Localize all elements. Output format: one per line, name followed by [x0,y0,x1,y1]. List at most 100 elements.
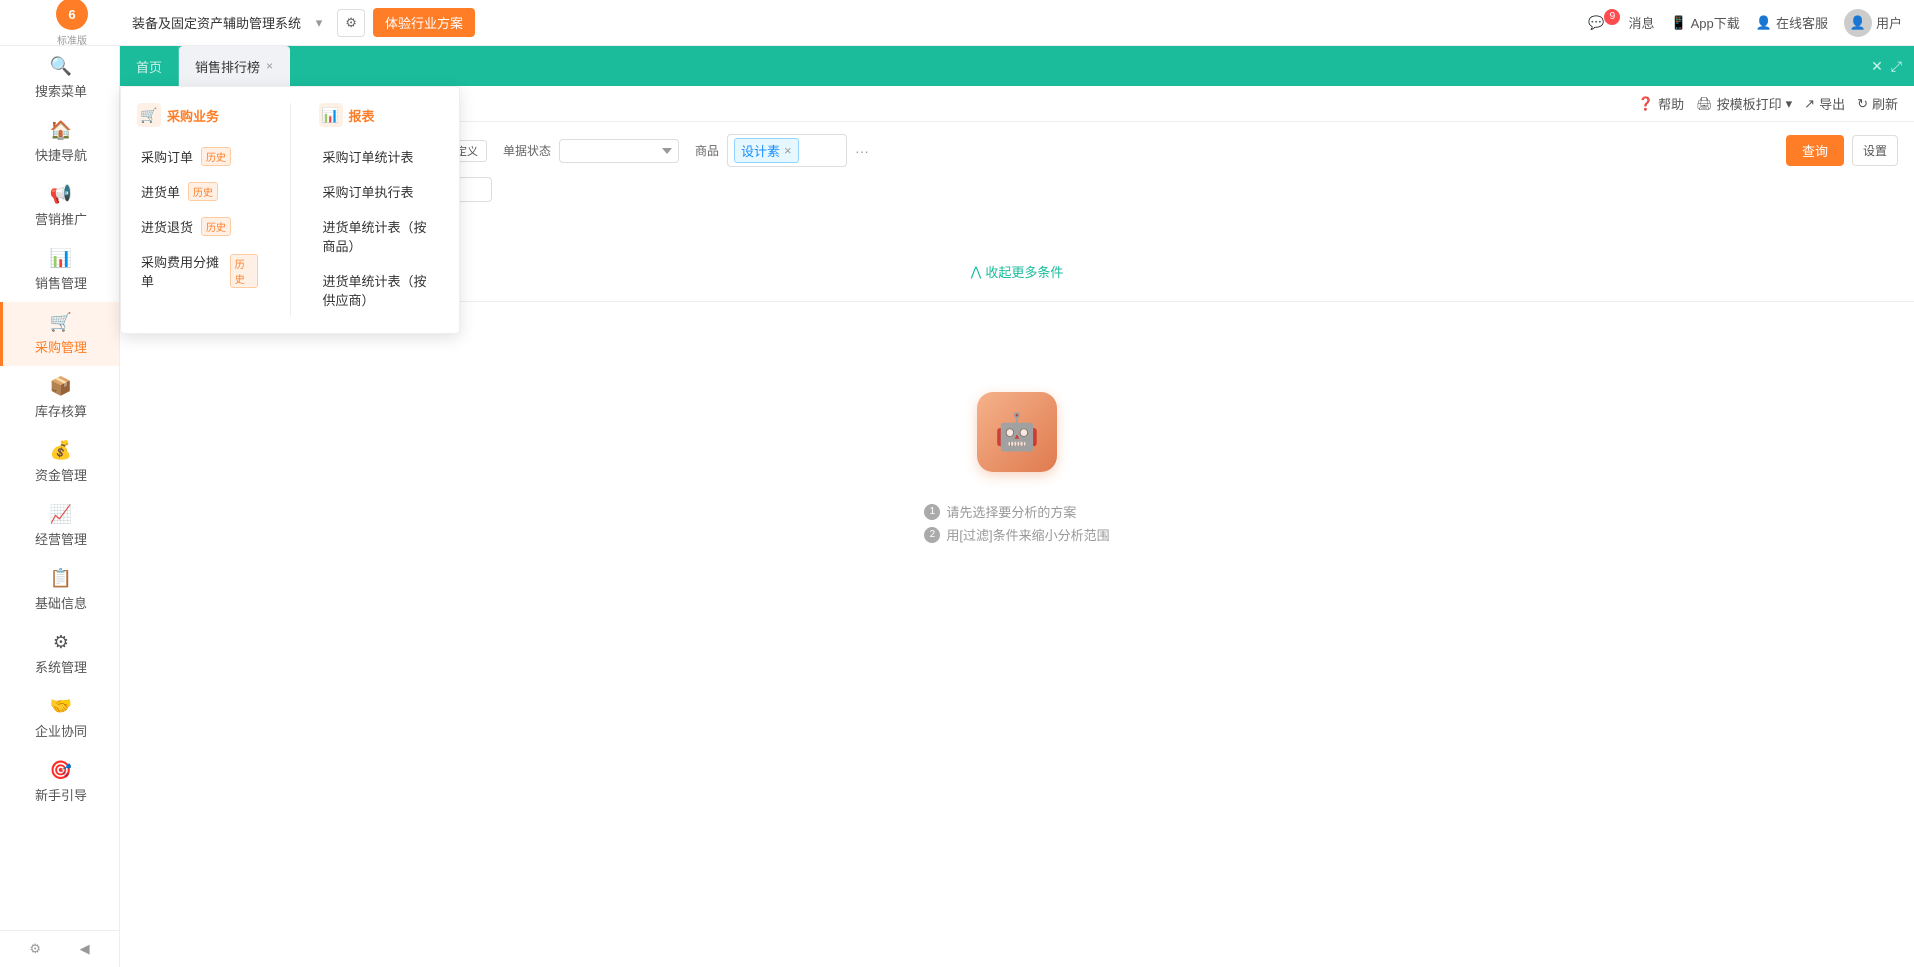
dropdown-col1-title: 🛒 采购业务 [137,103,262,127]
menu-item-receipt-stat-goods[interactable]: 进货单统计表（按商品） [319,209,444,263]
messages-action[interactable]: 💬 9 消息 [1588,13,1654,32]
logo-icon: 6 [56,0,88,30]
tab-home-label: 首页 [136,57,162,76]
settings-icon[interactable]: ⚙ [337,9,365,37]
sidebar-item-operations[interactable]: 📈 经营管理 [0,494,119,558]
app-download-label: App下载 [1691,13,1740,32]
export-icon: ↗ [1804,96,1815,112]
refresh-button[interactable]: ↻ 刷新 [1857,94,1898,113]
content-area: 首页 销售排行榜 × ✕ ⤢ ❓ 帮助 🖨 按模板打印 [120,46,1914,967]
print-button[interactable]: 🖨 按模板打印 ▾ [1696,94,1792,113]
empty-robot-icon: 🤖 [977,392,1057,472]
help-label: 帮助 [1658,94,1684,113]
logo-text: 标准版 [57,32,87,47]
order-status-select[interactable] [559,139,679,163]
title-dropdown-icon[interactable]: ▾ [309,13,329,33]
menu-item-purchase-order-stat[interactable]: 采购订单统计表 [319,139,444,174]
sidebar-item-system[interactable]: ⚙ 系统管理 [0,622,119,686]
empty-state: 🤖 1 请先选择要分析的方案 2 用[过滤]条件来缩小分析范围 [120,302,1914,628]
purchase-order-history-tag: 历史 [201,147,231,166]
help-icon: ❓ [1638,96,1654,112]
sidebar-label-operations: 经营管理 [35,529,87,548]
online-service-action[interactable]: 👤 在线客服 [1756,13,1828,32]
industry-button[interactable]: 体验行业方案 [373,8,475,37]
dropdown-col2-title: 📊 报表 [319,103,444,127]
dropdown-divider [290,103,291,317]
sidebar-collapse-icon[interactable]: ◀ [80,941,90,957]
header-middle: 装备及固定资产辅助管理系统 ▾ ⚙ 体验行业方案 [132,8,1588,37]
sidebar-label-marketing: 营销推广 [35,209,87,228]
sidebar-item-basic-info[interactable]: 📋 基础信息 [0,558,119,622]
help-button[interactable]: ❓ 帮助 [1638,94,1684,113]
app-download-action[interactable]: 📱 App下载 [1670,13,1739,32]
sidebar-item-nav[interactable]: 🏠 快捷导航 [0,110,119,174]
sidebar-settings-icon[interactable]: ⚙ [29,941,41,957]
report-icon: 📊 [319,103,343,127]
collapse-up-icon: ⋀ [971,264,982,280]
sidebar-item-inventory[interactable]: 📦 库存核算 [0,366,119,430]
sales-icon: 📊 [50,248,72,269]
tab-sales-rank[interactable]: 销售排行榜 × [179,46,290,86]
print-icon: 🖨 [1696,96,1713,112]
sidebar-item-collab[interactable]: 🤝 企业协同 [0,686,119,750]
top-header: 6 标准版 装备及固定资产辅助管理系统 ▾ ⚙ 体验行业方案 💬 9 消息 📱 … [0,0,1914,46]
user-action[interactable]: 👤 用户 [1844,9,1902,37]
tab-bar: 首页 销售排行榜 × ✕ ⤢ [120,46,1914,86]
tab-controls: ✕ ⤢ [1859,46,1914,86]
sidebar-label-guide: 新手引导 [35,785,87,804]
purchase-cost-history-tag: 历史 [230,254,258,288]
export-button[interactable]: ↗ 导出 [1804,94,1845,113]
goods-filter-group: 商品 设计素 × ··· [695,134,869,167]
user-avatar: 👤 [1844,9,1872,37]
sidebar-item-marketing[interactable]: 📢 营销推广 [0,174,119,238]
settings-small-button[interactable]: 设置 [1852,135,1898,166]
tab-maximize-icon[interactable]: ⤢ [1891,58,1902,75]
header-right: 💬 9 消息 📱 App下载 👤 在线客服 👤 用户 [1588,9,1902,37]
order-status-filter-group: 单据状态 [503,139,679,163]
refresh-label: 刷新 [1872,94,1898,113]
phone-icon: 📱 [1670,15,1686,31]
menu-item-purchase-cost[interactable]: 采购费用分摊单 历史 [137,244,262,298]
menu-item-goods-return[interactable]: 进货退货 历史 [137,209,262,244]
goods-tag-close[interactable]: × [784,143,792,158]
print-label: 按模板打印 [1717,94,1782,113]
menu-item-purchase-order[interactable]: 采购订单 历史 [137,139,262,174]
sidebar-item-guide[interactable]: 🎯 新手引导 [0,750,119,814]
system-title: 装备及固定资产辅助管理系统 [132,13,301,32]
sidebar-label-basic-info: 基础信息 [35,593,87,612]
dropdown-col-purchase: 🛒 采购业务 采购订单 历史 进货单 历史 进货退货 历史 [137,103,262,317]
goods-more-dots[interactable]: ··· [855,143,869,159]
sidebar-label-finance: 资金管理 [35,465,87,484]
sidebar-bottom: ⚙ ◀ [0,930,119,967]
tab-close-all-icon[interactable]: ✕ [1871,58,1883,75]
sidebar-item-sales[interactable]: 📊 销售管理 [0,238,119,302]
col1-title-text: 采购业务 [167,106,219,125]
message-icon: 💬 [1588,15,1604,31]
query-button[interactable]: 查询 [1786,135,1844,166]
purchase-biz-icon: 🛒 [137,103,161,127]
print-dropdown-icon: ▾ [1786,96,1793,112]
service-icon: 👤 [1756,15,1772,31]
goods-receipt-label: 进货单 [141,182,180,201]
export-label: 导出 [1819,94,1845,113]
tab-home[interactable]: 首页 [120,46,179,86]
dropdown-columns: 🛒 采购业务 采购订单 历史 进货单 历史 进货退货 历史 [137,103,443,317]
sidebar-item-purchase[interactable]: 🛒 采购管理 [0,302,119,366]
tab-close-icon[interactable]: × [266,59,273,73]
user-label: 用户 [1876,13,1902,32]
goods-label: 商品 [695,142,719,159]
menu-item-receipt-stat-supplier[interactable]: 进货单统计表（按供应商） [319,263,444,317]
menu-item-goods-receipt[interactable]: 进货单 历史 [137,174,262,209]
purchase-order-exec-label: 采购订单执行表 [323,182,414,201]
purchase-order-stat-label: 采购订单统计表 [323,147,414,166]
sidebar-item-search[interactable]: 🔍 搜索菜单 [0,46,119,110]
home-icon: 🏠 [50,120,72,141]
sidebar-label-nav: 快捷导航 [35,145,87,164]
menu-item-purchase-order-exec[interactable]: 采购订单执行表 [319,174,444,209]
goods-return-history-tag: 历史 [201,217,231,236]
receipt-stat-goods-label: 进货单统计表（按商品） [323,217,440,255]
inventory-icon: 📦 [50,376,72,397]
purchase-icon: 🛒 [50,312,72,333]
empty-step-2-text: 用[过滤]条件来缩小分析范围 [946,525,1109,544]
sidebar-item-finance[interactable]: 💰 资金管理 [0,430,119,494]
